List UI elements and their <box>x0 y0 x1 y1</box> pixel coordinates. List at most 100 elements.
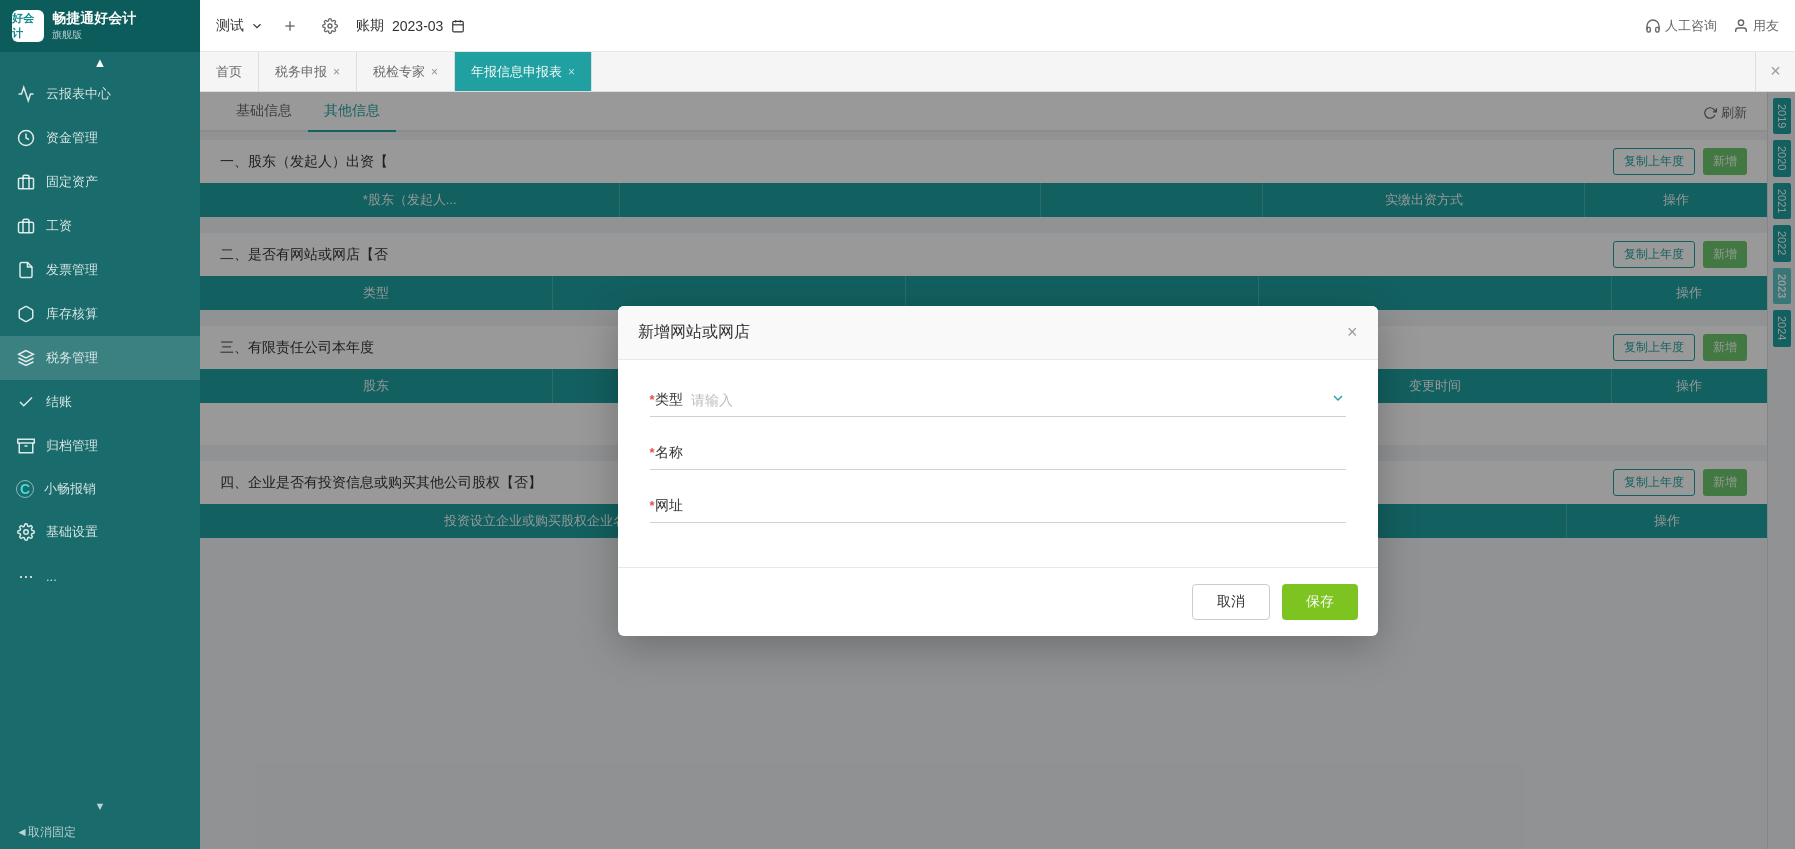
company-name: 测试 <box>216 17 244 35</box>
tab-shujian-close[interactable]: × <box>431 65 438 79</box>
app-title: 畅捷通好会计 旗舰版 <box>52 10 136 42</box>
tab-home-label: 首页 <box>216 63 242 81</box>
topbar: 测试 账期 2023-03 人工咨询 <box>200 0 1795 52</box>
sidebar-item-jiezhang[interactable]: 结账 <box>0 380 200 424</box>
sidebar-scroll-down[interactable]: ▼ <box>0 796 200 816</box>
url-input-row: * 网址 <box>650 490 1346 523</box>
name-input-row: * 名称 <box>650 437 1346 470</box>
cancel-button[interactable]: 取消 <box>1192 584 1270 620</box>
period-label: 账期 <box>356 17 384 35</box>
check-icon <box>16 392 36 412</box>
sidebar-item-fapiao[interactable]: 发票管理 <box>0 248 200 292</box>
sidebar-nav: 云报表中心 资金管理 固定资产 工资 <box>0 72 200 796</box>
sidebar-header: 好会计 畅捷通好会计 旗舰版 <box>0 0 200 52</box>
tab-shujian-label: 税检专家 <box>373 63 425 81</box>
topbar-right: 人工咨询 用友 <box>1645 17 1779 35</box>
sidebar-item-label: ... <box>46 569 57 584</box>
sidebar-item-label: 云报表中心 <box>46 85 111 103</box>
settings-icon <box>16 522 36 542</box>
type-label: 类型 <box>655 391 683 409</box>
invoice-icon <box>16 260 36 280</box>
svg-rect-2 <box>19 222 34 233</box>
sidebar-item-jichu[interactable]: 基础设置 <box>0 510 200 554</box>
period-value: 2023-03 <box>392 18 443 34</box>
svg-rect-1 <box>19 178 34 189</box>
dialog-close-btn[interactable]: × <box>1347 322 1358 343</box>
sidebar-unpin-btn[interactable]: ◄取消固定 <box>0 816 200 849</box>
sidebar-item-guidang[interactable]: 归档管理 <box>0 424 200 468</box>
type-dropdown-arrow[interactable] <box>1330 390 1346 410</box>
sidebar-item-more[interactable]: ··· ... <box>0 554 200 598</box>
close-all-icon: × <box>1770 61 1781 82</box>
tab-nianbao-label: 年报信息申报表 <box>471 63 562 81</box>
box-icon <box>16 304 36 324</box>
dialog-body: * 类型 * 名称 <box>618 360 1378 567</box>
calendar-icon[interactable] <box>451 19 465 33</box>
url-input[interactable] <box>691 494 1346 518</box>
form-field-name: * 名称 <box>650 437 1346 470</box>
dialog-footer: 取消 保存 <box>618 567 1378 636</box>
type-input[interactable] <box>691 388 1330 412</box>
tab-nianbao[interactable]: 年报信息申报表 × <box>455 52 592 91</box>
unpin-label: ◄取消固定 <box>16 824 76 841</box>
name-input[interactable] <box>691 441 1346 465</box>
sidebar-item-label: 结账 <box>46 393 72 411</box>
chevron-down-icon <box>250 19 264 33</box>
tab-home[interactable]: 首页 <box>200 52 259 91</box>
period-display: 账期 2023-03 <box>356 17 465 35</box>
svg-point-5 <box>24 530 29 535</box>
name-label: 名称 <box>655 444 683 462</box>
xiaochang-icon: C <box>16 480 34 498</box>
sidebar-item-zijin[interactable]: 资金管理 <box>0 116 200 160</box>
tax-icon <box>16 348 36 368</box>
building-icon <box>16 172 36 192</box>
tab-nianbao-close[interactable]: × <box>568 65 575 79</box>
sidebar-item-kucun[interactable]: 库存核算 <box>0 292 200 336</box>
sidebar-item-label: 小畅报销 <box>44 480 96 498</box>
sidebar-item-label: 发票管理 <box>46 261 98 279</box>
sidebar-item-label: 资金管理 <box>46 129 98 147</box>
sidebar-item-xiaochang[interactable]: C 小畅报销 <box>0 468 200 510</box>
svg-rect-9 <box>453 21 464 31</box>
save-button[interactable]: 保存 <box>1282 584 1358 620</box>
add-tab-btn[interactable] <box>276 12 304 40</box>
sidebar-item-label: 基础设置 <box>46 523 98 541</box>
sidebar-scroll-up[interactable]: ▲ <box>0 52 200 72</box>
dialog-header: 新增网站或网店 × <box>618 306 1378 360</box>
add-website-dialog: 新增网站或网店 × * 类型 <box>618 306 1378 636</box>
form-field-url: * 网址 <box>650 490 1346 523</box>
user-menu-btn[interactable]: 用友 <box>1733 17 1779 35</box>
close-all-tabs-btn[interactable]: × <box>1755 52 1795 91</box>
type-input-row: * 类型 <box>650 384 1346 417</box>
app-logo: 好会计 <box>12 10 44 42</box>
chart-icon <box>16 84 36 104</box>
sidebar-item-label: 库存核算 <box>46 305 98 323</box>
sidebar-item-label: 工资 <box>46 217 72 235</box>
briefcase-icon <box>16 216 36 236</box>
svg-point-13 <box>1738 20 1743 25</box>
tab-shuiwu[interactable]: 税务申报 × <box>259 52 357 91</box>
dialog-title: 新增网站或网店 <box>638 322 750 343</box>
sidebar-item-gongzi[interactable]: 工资 <box>0 204 200 248</box>
form-field-type: * 类型 <box>650 384 1346 417</box>
sidebar-item-gudingzichan[interactable]: 固定资产 <box>0 160 200 204</box>
user-icon <box>1733 18 1749 34</box>
settings-btn[interactable] <box>316 12 344 40</box>
more-icon: ··· <box>16 566 36 586</box>
app-title-main: 畅捷通好会计 <box>52 10 136 28</box>
user-label: 用友 <box>1753 17 1779 35</box>
svg-point-8 <box>328 24 332 28</box>
archive-icon <box>16 436 36 456</box>
app-title-sub: 旗舰版 <box>52 28 136 42</box>
tab-shuiwu-label: 税务申报 <box>275 63 327 81</box>
sidebar: 好会计 畅捷通好会计 旗舰版 ▲ 云报表中心 资金管理 <box>0 0 200 849</box>
dialog-overlay[interactable]: 新增网站或网店 × * 类型 <box>200 92 1795 849</box>
gear-icon <box>322 18 338 34</box>
sidebar-item-shuiwu[interactable]: 税务管理 <box>0 336 200 380</box>
money-icon <box>16 128 36 148</box>
tab-shujian[interactable]: 税检专家 × <box>357 52 455 91</box>
sidebar-item-yunbao[interactable]: 云报表中心 <box>0 72 200 116</box>
company-selector[interactable]: 测试 <box>216 17 264 35</box>
help-btn[interactable]: 人工咨询 <box>1645 17 1717 35</box>
tab-shuiwu-close[interactable]: × <box>333 65 340 79</box>
